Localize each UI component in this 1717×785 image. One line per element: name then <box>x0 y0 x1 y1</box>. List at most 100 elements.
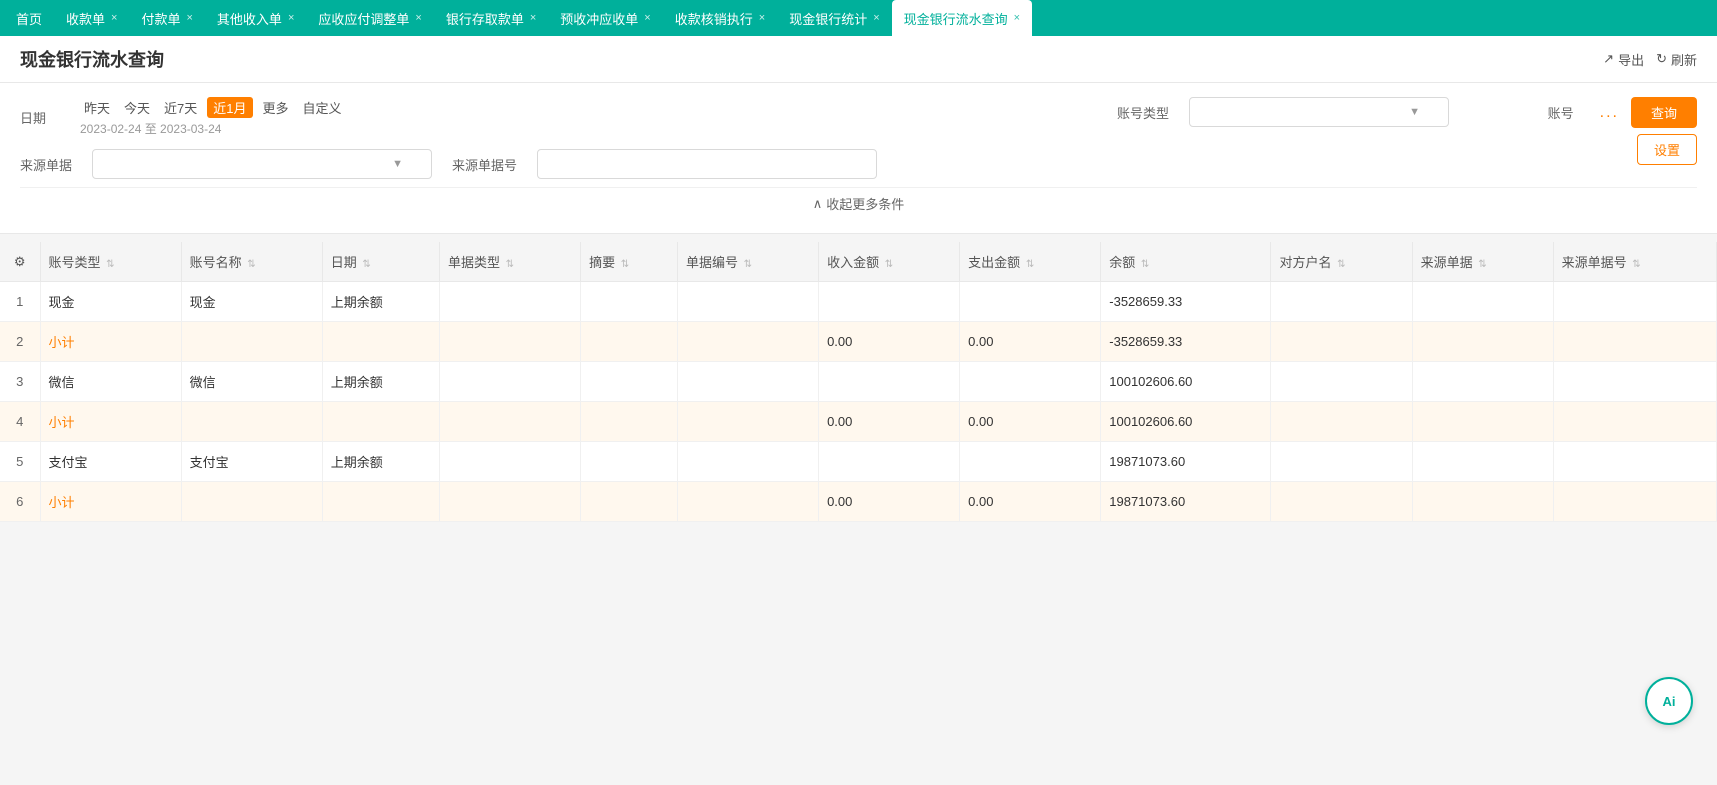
nav-payment[interactable]: 付款单 × <box>129 0 204 36</box>
nav-ar-ap-adjust[interactable]: 应收应付调整单 × <box>306 0 433 36</box>
sort-icon[interactable]: ⇅ <box>744 259 752 270</box>
table-body: 1现金现金上期余额-3528659.332小计0.000.00-3528659.… <box>0 282 1717 522</box>
table-cell: 0.00 <box>819 322 960 362</box>
ai-assistant-button[interactable]: Ai <box>1645 677 1693 725</box>
col-doc-type: 单据类型 ⇅ <box>439 242 580 282</box>
table-cell <box>1271 442 1412 482</box>
header-actions: ↗ 导出 ↻ 刷新 <box>1603 50 1697 69</box>
date-1month[interactable]: 近1月 <box>207 97 252 118</box>
collapse-conditions-row: ∧ 收起更多条件 <box>20 187 1697 219</box>
data-table: ⚙ 账号类型 ⇅ 账号名称 ⇅ 日期 ⇅ 单据类型 ⇅ <box>0 242 1717 522</box>
date-today[interactable]: 今天 <box>120 97 154 118</box>
close-icon[interactable]: × <box>873 12 879 24</box>
table-cell: 6 <box>0 482 40 522</box>
close-icon[interactable]: × <box>111 12 117 24</box>
close-icon[interactable]: × <box>1014 12 1020 24</box>
close-icon[interactable]: × <box>644 12 650 24</box>
sort-icon[interactable]: ⇅ <box>1478 259 1486 270</box>
table-cell <box>677 282 818 322</box>
table-cell <box>1412 402 1553 442</box>
table-cell <box>322 402 439 442</box>
query-button[interactable]: 查询 <box>1631 97 1697 128</box>
export-button[interactable]: ↗ 导出 <box>1603 50 1644 69</box>
page-header: 现金银行流水查询 ↗ 导出 ↻ 刷新 <box>0 36 1717 83</box>
top-nav: 首页 收款单 × 付款单 × 其他收入单 × 应收应付调整单 × 银行存取款单 … <box>0 0 1717 36</box>
close-icon[interactable]: × <box>288 12 294 24</box>
close-icon[interactable]: × <box>530 12 536 24</box>
table-cell <box>581 322 678 362</box>
table-cell <box>439 442 580 482</box>
table-cell: 0.00 <box>960 482 1101 522</box>
sort-icon[interactable]: ⇅ <box>1337 259 1345 270</box>
table-cell: 小计 <box>40 402 181 442</box>
table-cell <box>1553 322 1716 362</box>
nav-cash-bank-stat[interactable]: 现金银行统计 × <box>777 0 891 36</box>
table-row: 3微信微信上期余额100102606.60 <box>0 362 1717 402</box>
table-cell <box>1553 282 1716 322</box>
nav-bank-deposit[interactable]: 银行存取款单 × <box>434 0 548 36</box>
table-cell <box>1553 362 1716 402</box>
table-cell: -3528659.33 <box>1101 322 1271 362</box>
col-settings: ⚙ <box>0 242 40 282</box>
collapse-conditions-button[interactable]: ∧ 收起更多条件 <box>813 188 905 219</box>
sort-icon[interactable]: ⇅ <box>1026 259 1034 270</box>
table-cell <box>1412 482 1553 522</box>
table-cell <box>322 482 439 522</box>
date-7days[interactable]: 近7天 <box>160 97 201 118</box>
account-label: 账号 <box>1548 103 1588 122</box>
table-row: 6小计0.000.0019871073.60 <box>0 482 1717 522</box>
date-yesterday[interactable]: 昨天 <box>80 97 114 118</box>
nav-other-income[interactable]: 其他收入单 × <box>205 0 306 36</box>
table-cell <box>677 322 818 362</box>
table-cell: 0.00 <box>819 482 960 522</box>
table-row: 4小计0.000.00100102606.60 <box>0 402 1717 442</box>
table-cell: 现金 <box>40 282 181 322</box>
table-cell <box>581 402 678 442</box>
account-type-select[interactable]: ▼ <box>1189 97 1449 127</box>
table-cell: 19871073.60 <box>1101 482 1271 522</box>
sort-icon[interactable]: ⇅ <box>506 259 514 270</box>
table-cell: 2 <box>0 322 40 362</box>
page-title: 现金银行流水查询 <box>20 46 164 72</box>
close-icon[interactable]: × <box>415 12 421 24</box>
sort-icon[interactable]: ⇅ <box>247 259 255 270</box>
date-filter-label: 日期 <box>20 108 60 127</box>
sort-icon[interactable]: ⇅ <box>885 259 893 270</box>
table-cell: -3528659.33 <box>1101 282 1271 322</box>
source-doc-no-input[interactable] <box>537 149 877 179</box>
date-more[interactable]: 更多 <box>259 97 293 118</box>
date-custom[interactable]: 自定义 <box>299 97 346 118</box>
filter-area: 日期 昨天 今天 近7天 近1月 更多 自定义 2023-02-24 至 202… <box>0 83 1717 234</box>
table-cell <box>1412 282 1553 322</box>
sort-icon[interactable]: ⇅ <box>1632 259 1640 270</box>
settings-button[interactable]: 设置 <box>1637 134 1697 165</box>
account-type-label: 账号类型 <box>1117 103 1169 122</box>
table-cell <box>1271 362 1412 402</box>
nav-home[interactable]: 首页 <box>4 0 54 36</box>
account-more-button[interactable]: ... <box>1600 104 1619 122</box>
close-icon[interactable]: × <box>759 12 765 24</box>
table-cell <box>181 402 322 442</box>
col-account-name: 账号名称 ⇅ <box>181 242 322 282</box>
refresh-button[interactable]: ↻ 刷新 <box>1656 50 1697 69</box>
table-cell <box>181 322 322 362</box>
sort-icon[interactable]: ⇅ <box>621 259 629 270</box>
settings-icon[interactable]: ⚙ <box>14 254 26 269</box>
table-cell <box>960 282 1101 322</box>
nav-receipt[interactable]: 收款单 × <box>54 0 129 36</box>
table-cell: 4 <box>0 402 40 442</box>
table-cell <box>439 322 580 362</box>
sort-icon[interactable]: ⇅ <box>106 259 114 270</box>
sort-icon[interactable]: ⇅ <box>1141 259 1149 270</box>
nav-prepay-offset[interactable]: 预收冲应收单 × <box>548 0 662 36</box>
close-icon[interactable]: × <box>186 12 192 24</box>
sort-icon[interactable]: ⇅ <box>362 259 370 270</box>
date-shortcuts: 昨天 今天 近7天 近1月 更多 自定义 <box>80 97 346 118</box>
nav-cash-bank-flow[interactable]: 现金银行流水查询 × <box>892 0 1032 36</box>
source-doc-select[interactable]: ▼ <box>92 149 432 179</box>
table-cell: 100102606.60 <box>1101 362 1271 402</box>
table-cell <box>581 442 678 482</box>
table-cell <box>581 282 678 322</box>
nav-receipt-exec[interactable]: 收款核销执行 × <box>663 0 777 36</box>
col-source-doc: 来源单据 ⇅ <box>1412 242 1553 282</box>
